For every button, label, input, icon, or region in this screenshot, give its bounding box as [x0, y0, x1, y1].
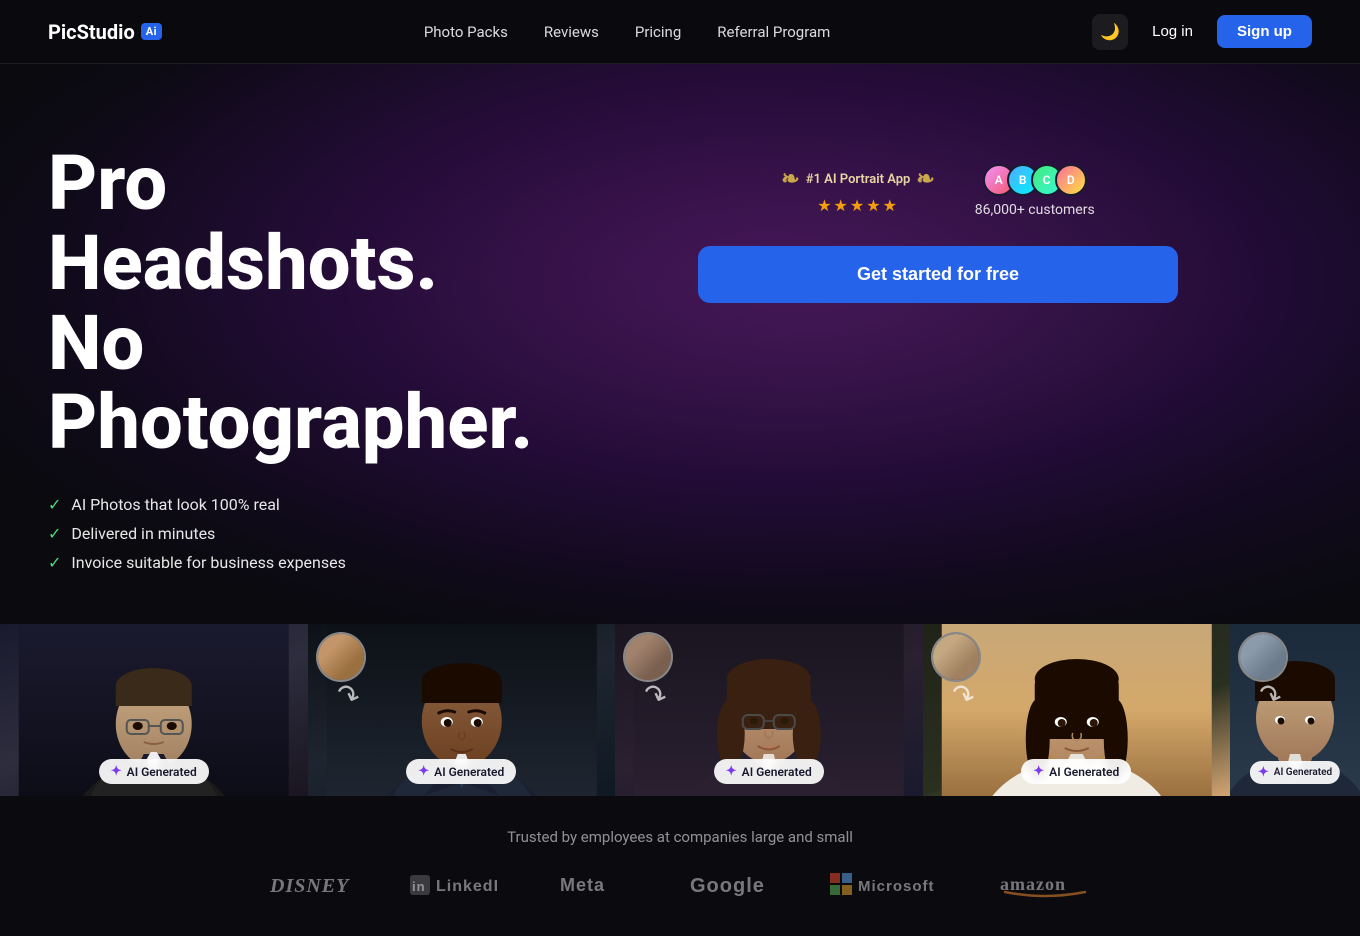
- check-icon-3: ✓: [48, 553, 61, 572]
- wreath-right-icon: ❧: [916, 167, 934, 192]
- logo-badge: Ai: [141, 23, 162, 40]
- feature-item-2: ✓ Delivered in minutes: [48, 524, 688, 543]
- hero-features: ✓ AI Photos that look 100% real ✓ Delive…: [48, 495, 688, 572]
- award-stars: ★★★★★: [817, 196, 899, 215]
- get-started-button[interactable]: Get started for free: [698, 246, 1178, 303]
- ai-badge-3: ✦ AI Generated: [714, 759, 824, 784]
- signup-button[interactable]: Sign up: [1217, 15, 1312, 48]
- before-avatar-5: [1238, 632, 1288, 682]
- logo-text: PicStudio: [48, 20, 135, 44]
- check-icon-2: ✓: [48, 524, 61, 543]
- trusted-section: Trusted by employees at companies large …: [0, 796, 1360, 936]
- award-wreath: ❧ #1 AI Portrait App ❧: [781, 167, 935, 192]
- company-logos: DISNEY in LinkedIn Meta Google: [48, 870, 1312, 904]
- navbar: PicStudio Ai Photo Packs Reviews Pricing…: [0, 0, 1360, 64]
- ai-badge-5: ✦ AI Generated: [1250, 761, 1340, 784]
- nav-photo-packs[interactable]: Photo Packs: [424, 23, 508, 41]
- photo-card-2: ↷ ✦ AI Generated: [308, 624, 616, 796]
- customer-avatars: A B C D: [983, 164, 1087, 196]
- sparkle-icon-4: ✦: [1033, 764, 1044, 779]
- photo-card-4: ↷ ✦ AI Generated: [923, 624, 1231, 796]
- dark-mode-toggle[interactable]: 🌙: [1092, 14, 1128, 50]
- nav-reviews[interactable]: Reviews: [544, 23, 599, 41]
- sparkle-icon-1: ✦: [111, 764, 122, 779]
- feature-item-3: ✓ Invoice suitable for business expenses: [48, 553, 688, 572]
- photo-strip: ✦ AI Generated: [0, 624, 1360, 796]
- ai-badge-1: ✦ AI Generated: [99, 759, 209, 784]
- photo-card-5: ↷ ✦ AI Generated: [1230, 624, 1360, 796]
- hero-left: Pro Headshots. No Photographer. ✓ AI Pho…: [48, 144, 688, 572]
- logo-linkedin: in LinkedIn: [410, 871, 500, 904]
- award-badge: ❧ #1 AI Portrait App ❧ ★★★★★: [781, 167, 935, 215]
- customers-badge: A B C D 86,000+ customers: [975, 164, 1095, 218]
- nav-links: Photo Packs Reviews Pricing Referral Pro…: [424, 22, 831, 41]
- before-avatar-2: [316, 632, 366, 682]
- login-button[interactable]: Log in: [1140, 17, 1205, 46]
- svg-text:Microsoft: Microsoft: [858, 878, 935, 895]
- before-avatar-4: [931, 632, 981, 682]
- award-label: #1 AI Portrait App: [806, 172, 911, 187]
- photo-card-1: ✦ AI Generated: [0, 624, 308, 796]
- check-icon-1: ✓: [48, 495, 61, 514]
- hero-badges: ❧ #1 AI Portrait App ❧ ★★★★★ A B C D 86,…: [688, 164, 1188, 218]
- logo-disney: DISNEY: [270, 870, 350, 904]
- logo-google: Google: [690, 871, 770, 904]
- sparkle-icon-2: ✦: [418, 764, 429, 779]
- nav-referral[interactable]: Referral Program: [717, 23, 830, 41]
- svg-text:Meta: Meta: [560, 875, 605, 895]
- hero-title: Pro Headshots. No Photographer.: [48, 144, 688, 463]
- customer-count: 86,000+ customers: [975, 202, 1095, 218]
- hero-right: ❧ #1 AI Portrait App ❧ ★★★★★ A B C D 86,…: [688, 144, 1188, 303]
- svg-text:DISNEY: DISNEY: [270, 875, 350, 897]
- photo-card-3: ↷ ✦ AI Generated: [615, 624, 923, 796]
- svg-text:in: in: [412, 879, 426, 894]
- avatar-4: D: [1055, 164, 1087, 196]
- hero-section: Pro Headshots. No Photographer. ✓ AI Pho…: [0, 64, 1360, 624]
- nav-right: 🌙 Log in Sign up: [1092, 14, 1312, 50]
- trusted-text: Trusted by employees at companies large …: [48, 828, 1312, 846]
- logo-meta: Meta: [560, 871, 630, 904]
- nav-pricing[interactable]: Pricing: [635, 23, 681, 41]
- svg-text:amazon: amazon: [1000, 874, 1066, 894]
- ai-badge-4: ✦ AI Generated: [1021, 759, 1131, 784]
- before-avatar-3: [623, 632, 673, 682]
- svg-text:Google: Google: [690, 875, 765, 897]
- sparkle-icon-5: ✦: [1258, 765, 1269, 780]
- feature-item-1: ✓ AI Photos that look 100% real: [48, 495, 688, 514]
- svg-text:LinkedIn: LinkedIn: [436, 878, 500, 895]
- logo-microsoft: Microsoft: [830, 871, 940, 903]
- ai-badge-2: ✦ AI Generated: [406, 759, 516, 784]
- logo[interactable]: PicStudio Ai: [48, 20, 162, 44]
- sparkle-icon-3: ✦: [726, 764, 737, 779]
- logo-amazon: amazon: [1000, 870, 1090, 904]
- wreath-left-icon: ❧: [781, 167, 799, 192]
